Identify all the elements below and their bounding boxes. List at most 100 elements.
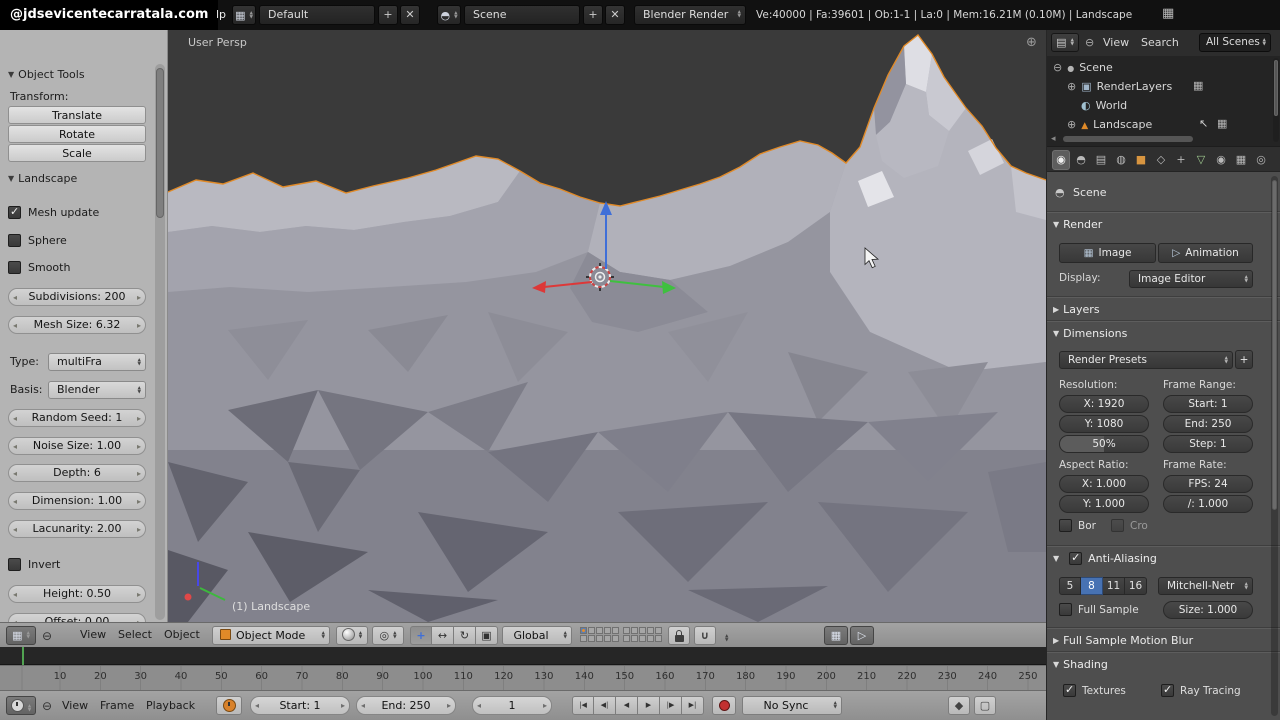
layer-cell[interactable] bbox=[655, 627, 662, 634]
layer-cell[interactable] bbox=[647, 635, 654, 642]
render-animation-button[interactable]: ▷ Animation bbox=[1158, 243, 1253, 263]
jump-to-start-button[interactable]: |◀ bbox=[572, 696, 594, 715]
frame-start-field[interactable]: Start: 1 bbox=[1163, 395, 1253, 413]
viewport-plus-icon[interactable]: ⊕ bbox=[1026, 35, 1037, 50]
layer-cell[interactable] bbox=[580, 635, 587, 642]
depth-field[interactable]: ◂ Depth: 6 ▸ bbox=[8, 464, 146, 482]
play-reverse-button[interactable]: ◀ bbox=[616, 696, 638, 715]
manipulator-widget-button[interactable]: + bbox=[410, 626, 432, 645]
keying-set-button[interactable]: ▢ bbox=[974, 696, 996, 715]
add-preset-button[interactable]: + bbox=[1235, 350, 1253, 369]
next-keyframe-button[interactable]: |▶ bbox=[660, 696, 682, 715]
display-dropdown[interactable]: Image Editor bbox=[1129, 270, 1253, 288]
current-frame-field[interactable]: ◂ 1 ▸ bbox=[472, 696, 552, 715]
scene-select[interactable]: Scene bbox=[464, 5, 580, 25]
outliner-hscrollbar[interactable] bbox=[1063, 136, 1193, 142]
tab-constraints[interactable]: ◇ bbox=[1152, 150, 1170, 170]
tab-physics[interactable]: ◎ bbox=[1252, 150, 1270, 170]
layer-cell[interactable] bbox=[580, 627, 587, 634]
layer-cell[interactable] bbox=[604, 627, 611, 634]
snap-element-dropdown[interactable] bbox=[721, 632, 728, 645]
border-checkbox-row[interactable]: Bor bbox=[1059, 519, 1096, 532]
manipulator-scale-button[interactable]: ▣ bbox=[476, 626, 498, 645]
restrict-render-icon[interactable]: ▦ bbox=[1217, 117, 1227, 130]
tab-material[interactable]: ◉ bbox=[1212, 150, 1230, 170]
translate-button[interactable]: Translate bbox=[8, 106, 146, 124]
outliner-item-renderlayers[interactable]: ⊕ ▣ RenderLayers bbox=[1067, 77, 1172, 96]
section-render[interactable]: ▼ Render bbox=[1053, 218, 1102, 231]
tab-object-data[interactable]: ▽ bbox=[1192, 150, 1210, 170]
textures-checkbox-row[interactable]: Textures bbox=[1063, 683, 1126, 697]
insert-keyframe-button[interactable]: ◆ bbox=[948, 696, 970, 715]
checkbox-unchecked[interactable] bbox=[1059, 603, 1072, 616]
tool-shelf-scrollbar[interactable] bbox=[155, 64, 165, 620]
mesh-update-checkbox-row[interactable]: Mesh update bbox=[8, 205, 99, 219]
layer-cell[interactable] bbox=[631, 635, 638, 642]
editor-type-button[interactable]: ▤ bbox=[1051, 33, 1079, 52]
render-engine-select[interactable]: Blender Render bbox=[634, 5, 746, 25]
aa-samples-11-button[interactable]: 11 bbox=[1103, 577, 1125, 595]
resolution-percentage-slider[interactable]: 50% bbox=[1059, 435, 1149, 453]
checkbox-unchecked[interactable] bbox=[8, 558, 21, 571]
layer-cell[interactable] bbox=[612, 635, 619, 642]
preview-range-button[interactable] bbox=[216, 696, 242, 715]
tab-modifiers[interactable]: + bbox=[1172, 150, 1190, 170]
resolution-x-field[interactable]: X: 1920 bbox=[1059, 395, 1149, 413]
aspect-y-field[interactable]: Y: 1.000 bbox=[1059, 495, 1149, 513]
menu-view[interactable]: View bbox=[62, 699, 88, 712]
play-button[interactable]: ▶ bbox=[638, 696, 660, 715]
smooth-checkbox-row[interactable]: Smooth bbox=[8, 261, 70, 274]
layer-cell[interactable] bbox=[612, 627, 619, 634]
checkbox-unchecked[interactable] bbox=[8, 234, 21, 247]
opengl-render-anim-button[interactable]: ▷ bbox=[850, 626, 874, 645]
basis-dropdown[interactable]: Blender bbox=[48, 381, 146, 399]
resolution-y-field[interactable]: Y: 1080 bbox=[1059, 415, 1149, 433]
menu-remnant[interactable]: lp bbox=[216, 0, 226, 30]
screen-layout-icon[interactable]: ▦ bbox=[232, 5, 256, 25]
height-field[interactable]: ◂ Height: 0.50 ▸ bbox=[8, 585, 146, 603]
ray-tracing-checkbox-row[interactable]: Ray Tracing bbox=[1161, 683, 1241, 697]
render-image-button[interactable]: ▦ Image bbox=[1059, 243, 1156, 263]
lacunarity-field[interactable]: ◂ Lacunarity: 2.00 ▸ bbox=[8, 520, 146, 538]
fps-base-field[interactable]: /: 1.000 bbox=[1163, 495, 1253, 513]
section-anti-aliasing[interactable]: ▼Anti-Aliasing bbox=[1053, 551, 1157, 565]
type-dropdown[interactable]: multiFra bbox=[48, 353, 146, 371]
mesh-size-field[interactable]: ◂ Mesh Size: 6.32 ▸ bbox=[8, 316, 146, 334]
viewport-canvas[interactable] bbox=[168, 30, 1046, 622]
noise-size-field[interactable]: ◂ Noise Size: 1.00 ▸ bbox=[8, 437, 146, 455]
rotate-button[interactable]: Rotate bbox=[8, 125, 146, 143]
restrict-select-icon[interactable]: ↖ bbox=[1199, 117, 1208, 130]
layer-cell[interactable] bbox=[596, 635, 603, 642]
delete-scene-button[interactable]: ✕ bbox=[605, 5, 625, 25]
section-motion-blur[interactable]: ▶ Full Sample Motion Blur bbox=[1053, 634, 1193, 647]
snap-toggle-button[interactable]: ∪ bbox=[694, 626, 716, 645]
current-frame-line[interactable] bbox=[22, 647, 24, 665]
prev-keyframe-button[interactable]: ◀| bbox=[594, 696, 616, 715]
tab-render[interactable]: ◉ bbox=[1052, 150, 1070, 170]
scrollbar-thumb[interactable] bbox=[1274, 60, 1278, 116]
layer-cell[interactable] bbox=[655, 635, 662, 642]
record-button[interactable] bbox=[712, 696, 736, 715]
layer-cell[interactable] bbox=[631, 627, 638, 634]
offset-field[interactable]: ◂Offset: 0.00▸ bbox=[8, 613, 146, 622]
add-scene-button[interactable]: + bbox=[583, 5, 603, 25]
menu-object[interactable]: Object bbox=[164, 628, 200, 641]
frame-step-field[interactable]: Step: 1 bbox=[1163, 435, 1253, 453]
editor-type-button[interactable] bbox=[6, 696, 36, 715]
invert-checkbox-row[interactable]: Invert bbox=[8, 558, 60, 571]
collapse-menus-icon[interactable]: ⊖ bbox=[1085, 36, 1094, 49]
screen-layout-select[interactable]: Default bbox=[259, 5, 375, 25]
editor-type-button[interactable]: ▦ bbox=[6, 626, 36, 645]
orientation-dropdown[interactable]: Global bbox=[502, 626, 572, 645]
timeline-ruler[interactable]: 10 20 30 40 50 60 70 80 90 100 110 120 130 140 150 160 1… bbox=[0, 665, 1046, 690]
tab-render-layers[interactable]: ▤ bbox=[1092, 150, 1110, 170]
checkbox-checked[interactable] bbox=[1069, 551, 1083, 565]
scrollbar-thumb[interactable] bbox=[156, 68, 164, 218]
scale-button[interactable]: Scale bbox=[8, 144, 146, 162]
render-presets-dropdown[interactable]: Render Presets bbox=[1059, 351, 1233, 369]
expander-icon[interactable]: ⊕ bbox=[1067, 118, 1076, 131]
menu-playback[interactable]: Playback bbox=[146, 699, 195, 712]
crop-checkbox-row[interactable]: Cro bbox=[1111, 519, 1148, 532]
pivot-dropdown[interactable]: ◎ bbox=[372, 626, 404, 645]
aa-filter-dropdown[interactable]: Mitchell-Netr bbox=[1158, 577, 1253, 595]
